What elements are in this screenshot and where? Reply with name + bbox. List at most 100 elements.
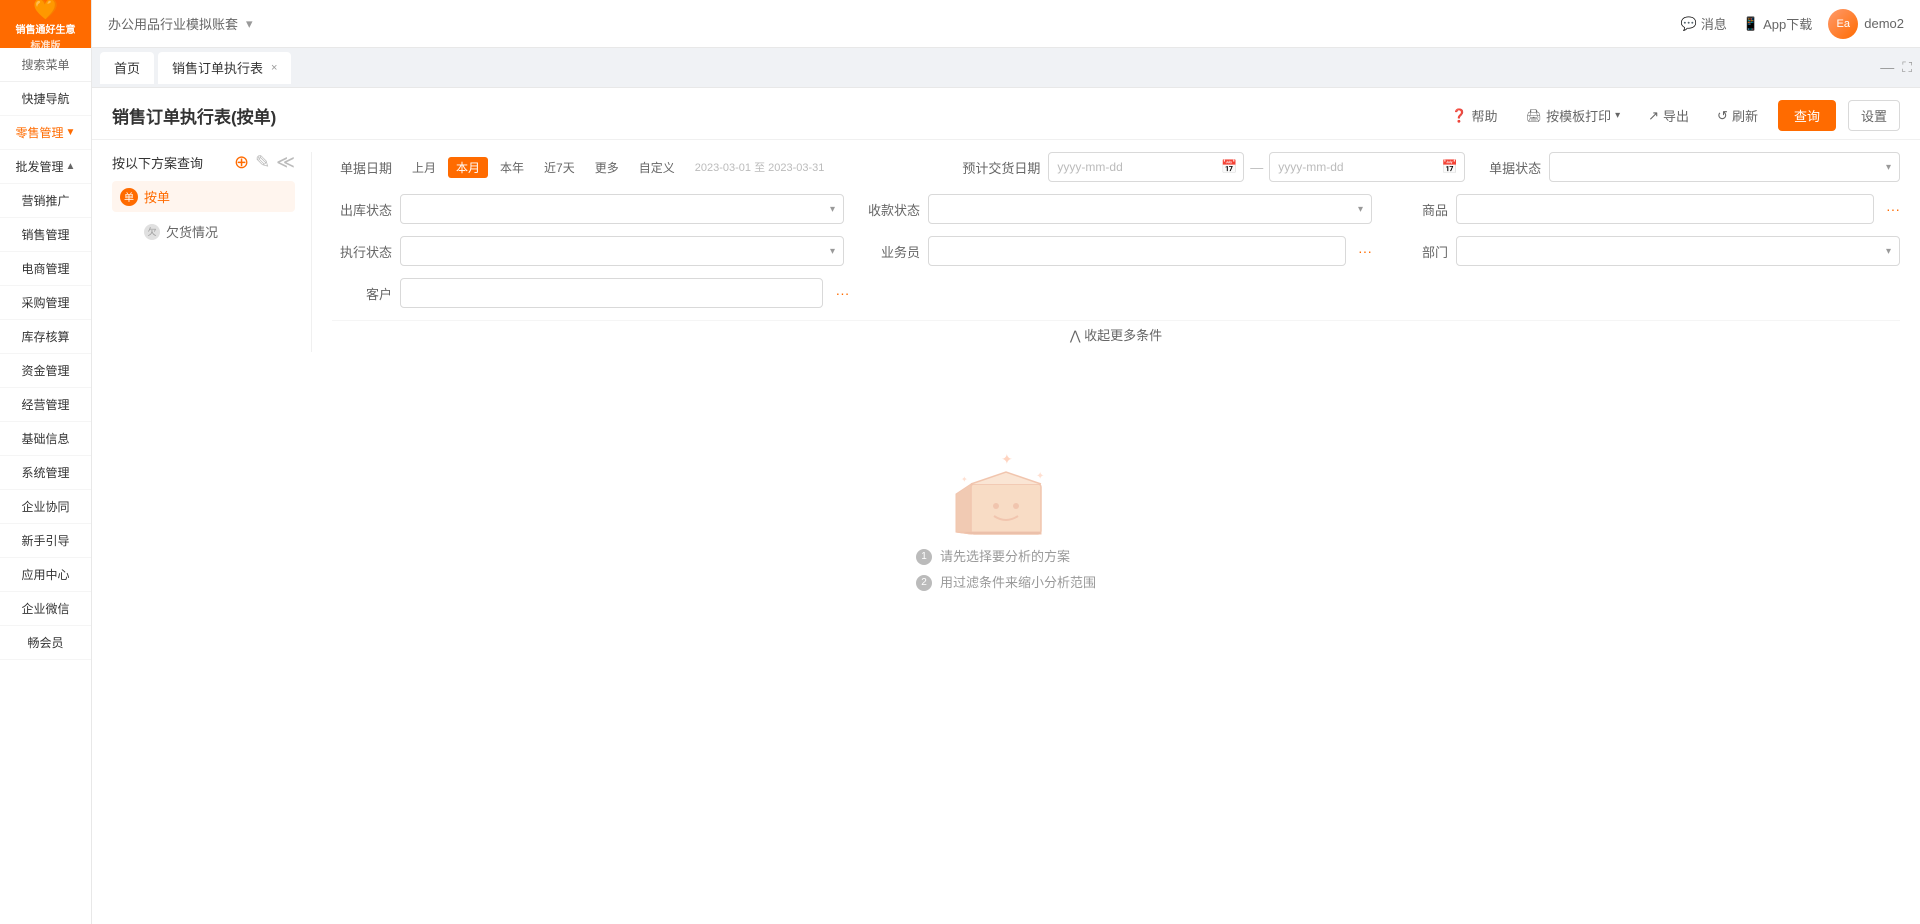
svg-text:✦: ✦ bbox=[1001, 451, 1013, 467]
date-quick-more[interactable]: 更多 bbox=[587, 157, 627, 178]
sidebar-item-wholesale[interactable]: 批发管理 ▲ bbox=[0, 150, 91, 184]
breadcrumb-arrow-icon[interactable]: ▾ bbox=[246, 16, 253, 32]
expected-date-from[interactable]: yyyy-mm-dd 📅 bbox=[1048, 152, 1244, 182]
collapse-icon: ⋀ bbox=[1070, 328, 1081, 343]
app-logo: 🧡 销售通好生意 标准版 bbox=[0, 0, 91, 48]
goods-input[interactable] bbox=[1456, 194, 1874, 224]
date-quick-last-month[interactable]: 上月 bbox=[404, 157, 444, 178]
customer-field: 客户 ··· bbox=[332, 278, 849, 308]
sidebar-item-finance[interactable]: 资金管理 bbox=[0, 354, 91, 388]
payment-status-field: 收款状态 ▾ bbox=[860, 194, 1372, 224]
date-quick-7days[interactable]: 近7天 bbox=[536, 157, 583, 178]
retail-label: 零售管理 bbox=[16, 124, 64, 141]
help-icon: ❓ bbox=[1451, 108, 1467, 124]
sidebar-item-inventory[interactable]: 库存核算 bbox=[0, 320, 91, 354]
wholesale-arrow: ▲ bbox=[66, 161, 76, 172]
tab-home[interactable]: 首页 bbox=[100, 52, 154, 84]
date-quick-this-year[interactable]: 本年 bbox=[492, 157, 532, 178]
sidebar-item-sales[interactable]: 销售管理 bbox=[0, 218, 91, 252]
help-label: 帮助 bbox=[1472, 106, 1498, 125]
refresh-btn[interactable]: ↺ 刷新 bbox=[1709, 102, 1766, 129]
sidebar: 🧡 销售通好生意 标准版 搜索菜单 快捷导航 零售管理 ▼ 批发管理 ▲ 营销推… bbox=[0, 0, 92, 924]
sidebar-item-operations[interactable]: 经营管理 bbox=[0, 388, 91, 422]
sidebar-item-newbie[interactable]: 新手引导 bbox=[0, 524, 91, 558]
expected-date-to-placeholder: yyyy-mm-dd bbox=[1278, 160, 1343, 174]
app-download-btn[interactable]: 📱 App下载 bbox=[1743, 14, 1812, 33]
sidebar-item-enterprise-wechat[interactable]: 企业微信 bbox=[0, 592, 91, 626]
delivery-status-select[interactable]: ▾ bbox=[400, 194, 844, 224]
edit-scheme-icon[interactable]: ✎ bbox=[255, 152, 270, 173]
date-quick-custom[interactable]: 自定义 bbox=[631, 157, 683, 178]
user-area[interactable]: Ea demo2 bbox=[1828, 9, 1904, 39]
scheme-icon-欠货情况: 欠 bbox=[144, 224, 160, 240]
sidebar-item-member[interactable]: 畅会员 bbox=[0, 626, 91, 660]
dept-select[interactable]: ▾ bbox=[1456, 236, 1900, 266]
goods-more-icon[interactable]: ··· bbox=[1886, 201, 1900, 217]
collapse-left-icon[interactable]: ≪ bbox=[276, 152, 295, 173]
refresh-label: 刷新 bbox=[1732, 106, 1758, 125]
search-menu[interactable]: 搜索菜单 bbox=[0, 48, 91, 82]
enterprise-label: 企业协同 bbox=[21, 500, 69, 514]
help-btn[interactable]: ❓ 帮助 bbox=[1443, 102, 1505, 129]
tab-sales-order[interactable]: 销售订单执行表 × bbox=[158, 52, 291, 84]
page-content: 销售订单执行表(按单) ❓ 帮助 🖨 按模板打印 ▾ ↗ 导出 bbox=[92, 88, 1920, 924]
breadcrumb-area: 办公用品行业模拟账套 ▾ bbox=[108, 14, 253, 33]
message-icon: 💬 bbox=[1681, 16, 1697, 32]
sidebar-item-system[interactable]: 系统管理 bbox=[0, 456, 91, 490]
salesperson-label: 业务员 bbox=[860, 242, 920, 261]
payment-label: 收款状态 bbox=[860, 200, 920, 219]
avatar: Ea bbox=[1828, 9, 1858, 39]
sidebar-item-marketing[interactable]: 营销推广 bbox=[0, 184, 91, 218]
salesperson-more-icon[interactable]: ··· bbox=[1358, 243, 1372, 259]
order-status-select[interactable]: ▾ bbox=[1549, 152, 1900, 182]
query-btn[interactable]: 查询 bbox=[1778, 100, 1836, 131]
maximize-icon[interactable]: ⛶ bbox=[1902, 59, 1912, 76]
payment-status-select[interactable]: ▾ bbox=[928, 194, 1372, 224]
print-arrow-icon: ▾ bbox=[1615, 110, 1620, 121]
export-icon: ↗ bbox=[1648, 108, 1659, 124]
logo-icon: 🧡 bbox=[33, 0, 58, 22]
date-range-hint: 2023-03-01 至 2023-03-31 bbox=[695, 159, 825, 175]
print-icon: 🖨 bbox=[1526, 108, 1543, 124]
scheme-label-欠货情况: 欠货情况 bbox=[166, 222, 218, 241]
scheme-item-按单[interactable]: 单 按单 bbox=[112, 181, 295, 212]
tab-close-btn[interactable]: × bbox=[271, 62, 277, 74]
scheme-item-欠货情况[interactable]: 欠 欠货情况 bbox=[112, 216, 295, 247]
sidebar-item-retail[interactable]: 零售管理 ▼ bbox=[0, 116, 91, 150]
message-btn[interactable]: 💬 消息 bbox=[1681, 14, 1727, 33]
collapse-row[interactable]: ⋀ 收起更多条件 bbox=[332, 320, 1900, 352]
exec-status-select[interactable]: ▾ bbox=[400, 236, 844, 266]
sidebar-item-purchase[interactable]: 采购管理 bbox=[0, 286, 91, 320]
wholesale-label: 批发管理 bbox=[16, 158, 64, 175]
member-label: 畅会员 bbox=[27, 636, 63, 650]
sidebar-item-ecommerce[interactable]: 电商管理 bbox=[0, 252, 91, 286]
add-scheme-icon[interactable]: ⊕ bbox=[234, 152, 249, 173]
salesperson-input[interactable] bbox=[928, 236, 1346, 266]
export-btn[interactable]: ↗ 导出 bbox=[1640, 102, 1697, 129]
template-print-btn[interactable]: 🖨 按模板打印 ▾ bbox=[1518, 102, 1629, 129]
filter-section: 按以下方案查询 ⊕ ✎ ≪ 单 按单 欠 欠货情况 bbox=[92, 140, 1920, 364]
empty-state: ✦ ✦ ✦ 1 请先选择要分析的方案 2 bbox=[92, 364, 1920, 676]
svg-text:✦: ✦ bbox=[1036, 471, 1044, 482]
date-quick-this-month[interactable]: 本月 bbox=[448, 157, 488, 178]
filter-left-actions: ⊕ ✎ ≪ bbox=[234, 152, 295, 173]
customer-more-icon[interactable]: ··· bbox=[835, 285, 849, 301]
goods-field: 商品 ··· bbox=[1388, 194, 1900, 224]
operations-label: 经营管理 bbox=[21, 398, 69, 412]
minimize-icon[interactable]: — bbox=[1880, 59, 1894, 76]
page-title: 销售订单执行表(按单) bbox=[112, 103, 276, 128]
page-actions: ❓ 帮助 🖨 按模板打印 ▾ ↗ 导出 ↺ 刷新 bbox=[1443, 100, 1900, 131]
dept-label: 部门 bbox=[1388, 242, 1448, 261]
sidebar-item-quick-nav[interactable]: 快捷导航 bbox=[0, 82, 91, 116]
retail-arrow: ▼ bbox=[66, 127, 76, 138]
tab-home-label: 首页 bbox=[114, 58, 140, 77]
filter-row-3: 执行状态 ▾ 业务员 ··· 部门 bbox=[332, 236, 1900, 266]
sidebar-item-app-center[interactable]: 应用中心 bbox=[0, 558, 91, 592]
customer-input[interactable] bbox=[400, 278, 823, 308]
expected-date-field: 预计交货日期 yyyy-mm-dd 📅 — yyyy-mm-dd 📅 bbox=[962, 152, 1465, 182]
sidebar-item-enterprise[interactable]: 企业协同 bbox=[0, 490, 91, 524]
settings-btn[interactable]: 设置 bbox=[1848, 100, 1900, 131]
scheme-icon-按单: 单 bbox=[120, 188, 138, 206]
expected-date-to[interactable]: yyyy-mm-dd 📅 bbox=[1269, 152, 1465, 182]
sidebar-item-basic[interactable]: 基础信息 bbox=[0, 422, 91, 456]
